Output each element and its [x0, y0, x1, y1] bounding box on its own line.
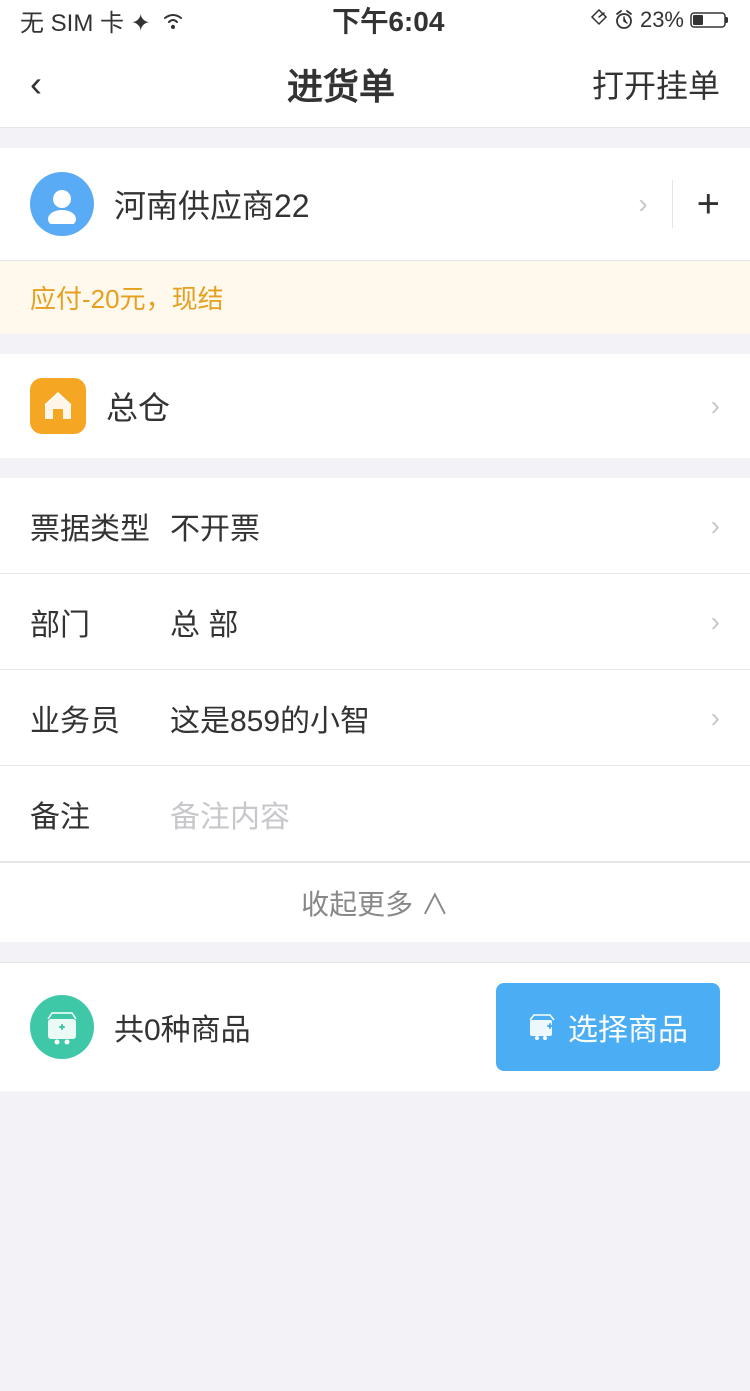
department-label: 部门 [30, 600, 170, 644]
supplier-section: 河南供应商22 › + 应付-20元，现结 [0, 148, 750, 334]
warehouse-icon [30, 378, 86, 434]
no-sim-label: 无 SIM 卡 ✦ [20, 3, 151, 38]
collapse-button[interactable]: 收起更多 ∧ [0, 862, 750, 942]
department-chevron-icon: › [711, 606, 720, 638]
location-icon [590, 9, 608, 31]
invoice-label: 票据类型 [30, 504, 170, 548]
select-product-label: 选择商品 [568, 1005, 688, 1049]
warehouse-chevron-icon: › [711, 390, 720, 422]
select-product-button[interactable]: 选择商品 [496, 983, 720, 1071]
nav-bar: ‹ 进货单 打开挂单 [0, 40, 750, 128]
back-button[interactable]: ‹ [30, 63, 90, 105]
person-icon [42, 184, 82, 224]
wifi-icon [159, 10, 187, 30]
select-cart-icon [528, 1012, 558, 1042]
salesperson-row[interactable]: 业务员 这是859的小智 › [0, 670, 750, 766]
notice-banner: 应付-20元，现结 [0, 261, 750, 334]
house-icon [41, 389, 75, 423]
battery-icon [690, 10, 730, 30]
remark-row[interactable]: 备注 备注内容 [0, 766, 750, 862]
product-count-label: 共0种商品 [114, 1005, 496, 1049]
form-section: 票据类型 不开票 › 部门 总 部 › 业务员 这是859的小智 › 备注 备注… [0, 478, 750, 942]
open-pending-button[interactable]: 打开挂单 [592, 61, 720, 107]
department-value: 总 部 [170, 600, 711, 644]
gap-3 [0, 458, 750, 478]
salesperson-value: 这是859的小智 [170, 696, 711, 740]
remark-input[interactable]: 备注内容 [170, 792, 720, 836]
battery-percent: 23% [640, 7, 684, 33]
gap-2 [0, 334, 750, 354]
warehouse-section[interactable]: 总仓 › [0, 354, 750, 458]
supplier-avatar [30, 172, 94, 236]
cart-icon [44, 1009, 80, 1045]
page-title: 进货单 [287, 58, 395, 110]
supplier-row[interactable]: 河南供应商22 › + [0, 148, 750, 261]
remark-label: 备注 [30, 792, 170, 836]
invoice-value: 不开票 [170, 504, 711, 548]
product-icon [30, 995, 94, 1059]
supplier-chevron-icon: › [638, 188, 647, 220]
status-right: 23% [590, 7, 730, 33]
salesperson-chevron-icon: › [711, 702, 720, 734]
status-left: 无 SIM 卡 ✦ [20, 3, 187, 38]
alarm-icon [614, 9, 634, 31]
invoice-type-row[interactable]: 票据类型 不开票 › [0, 478, 750, 574]
gap-4 [0, 942, 750, 962]
invoice-chevron-icon: › [711, 510, 720, 542]
warehouse-row[interactable]: 总仓 › [0, 354, 750, 458]
department-row[interactable]: 部门 总 部 › [0, 574, 750, 670]
gap-1 [0, 128, 750, 148]
status-time: 下午6:04 [332, 0, 444, 40]
salesperson-label: 业务员 [30, 696, 170, 740]
supplier-divider [672, 180, 673, 228]
warehouse-name: 总仓 [106, 383, 711, 429]
bottom-area [0, 1091, 750, 1391]
status-bar: 无 SIM 卡 ✦ 下午6:04 23% [0, 0, 750, 40]
product-bar: 共0种商品 选择商品 [0, 962, 750, 1091]
supplier-name: 河南供应商22 [114, 181, 638, 227]
add-supplier-button[interactable]: + [697, 182, 720, 227]
